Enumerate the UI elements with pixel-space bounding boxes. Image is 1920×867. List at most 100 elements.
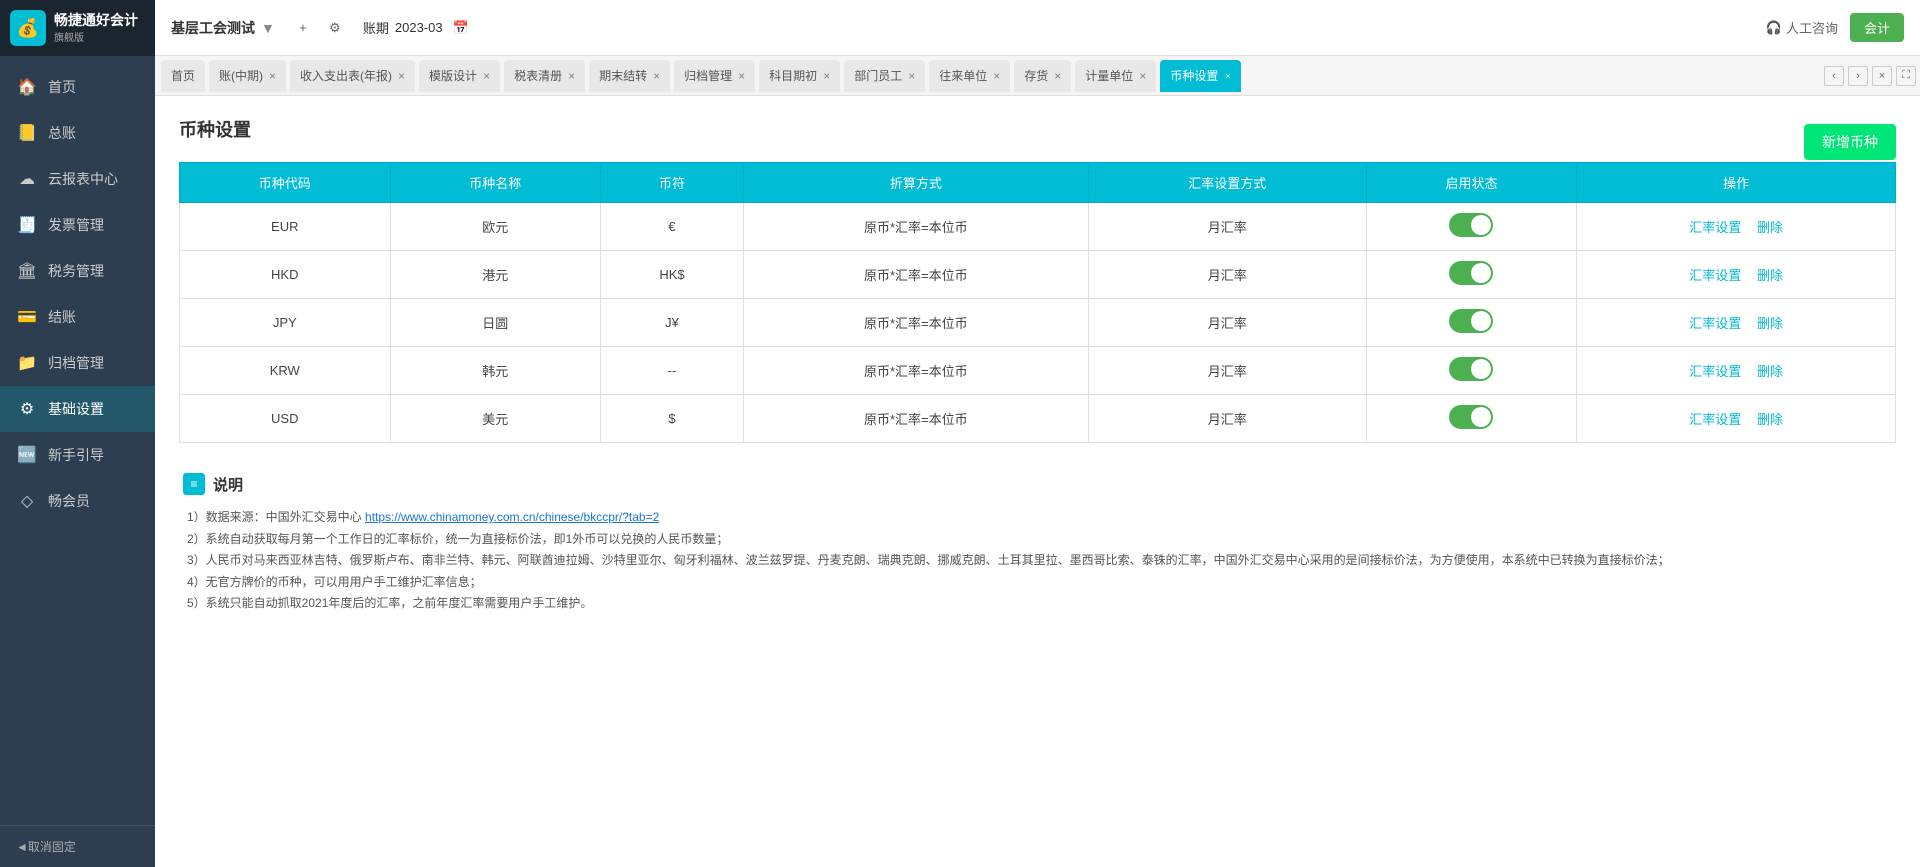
tab-label-period-end: 期末结转 [599, 67, 647, 84]
tab-inventory[interactable]: 存货 × [1014, 60, 1071, 92]
sidebar-nav: 🏠 首页 📒 总账 ☁ 云报表中心 🧾 发票管理 🏛 税务管理 💳 结账 📁 归… [0, 56, 155, 825]
cell-code-4: USD [180, 395, 391, 443]
sidebar-item-member[interactable]: ◇ 畅会员 [0, 478, 155, 524]
app-logo: 💰 畅捷通好会计 旗舰版 [0, 0, 155, 56]
tab-close-currency[interactable]: × [1224, 69, 1231, 83]
sidebar-label-guide: 新手引导 [48, 445, 104, 465]
notes-list: 1）数据来源：中国外汇交易中心 https://www.chinamoney.c… [183, 507, 1892, 615]
tab-close-dept[interactable]: × [908, 69, 915, 83]
sidebar-label-settle: 结账 [48, 307, 76, 327]
logo-icon: 💰 [10, 10, 46, 46]
tab-currency[interactable]: 币种设置 × [1160, 60, 1241, 92]
cell-code-1: HKD [180, 251, 391, 299]
rate-setting-link-4[interactable]: 汇率设置 [1689, 412, 1741, 427]
tab-label-subject: 科目期初 [769, 67, 817, 84]
cell-action-3: 汇率设置 删除 [1577, 347, 1896, 395]
cell-name-3: 韩元 [390, 347, 601, 395]
sidebar-item-ledger[interactable]: 📒 总账 [0, 110, 155, 156]
add-tab-button[interactable]: + [291, 16, 315, 40]
tab-dept[interactable]: 部门员工 × [844, 60, 925, 92]
sidebar-item-guide[interactable]: 🆕 新手引导 [0, 432, 155, 478]
tab-close-archive[interactable]: × [738, 69, 745, 83]
rate-setting-link-0[interactable]: 汇率设置 [1689, 220, 1741, 235]
toggle-3[interactable] [1449, 357, 1493, 381]
account-button[interactable]: 会计 [1850, 13, 1904, 42]
project-name: 基层工会测试 ▼ [171, 18, 275, 38]
project-dropdown-icon[interactable]: ▼ [261, 20, 275, 36]
tab-label-template: 模版设计 [429, 67, 477, 84]
tab-income[interactable]: 收入支出表(年报) × [290, 60, 415, 92]
tab-close-unit[interactable]: × [993, 69, 1000, 83]
tab-unit[interactable]: 往来单位 × [929, 60, 1010, 92]
toggle-0[interactable] [1449, 213, 1493, 237]
tabs-expand-button[interactable]: ⛶ [1896, 66, 1916, 86]
settings-btn[interactable]: ⚙ [323, 16, 347, 40]
tax-icon: 🏛 [16, 260, 38, 282]
tab-measure[interactable]: 计量单位 × [1075, 60, 1156, 92]
tab-template[interactable]: 模版设计 × [419, 60, 500, 92]
tab-period-end[interactable]: 期末结转 × [589, 60, 670, 92]
cell-code-3: KRW [180, 347, 391, 395]
sidebar-item-archive[interactable]: 📁 归档管理 [0, 340, 155, 386]
delete-link-0[interactable]: 删除 [1757, 220, 1783, 235]
sidebar-item-home[interactable]: 🏠 首页 [0, 64, 155, 110]
help-button[interactable]: 🎧 人工咨询 [1766, 18, 1838, 37]
period-label: 账期 [363, 18, 389, 37]
notes-item: 3）人民币对马来西亚林吉特、俄罗斯卢布、南非兰特、韩元、阿联酋迪拉姆、沙特里亚尔… [183, 550, 1892, 572]
sidebar-item-invoice[interactable]: 🧾 发票管理 [0, 202, 155, 248]
notes-section: ≡ 说明 1）数据来源：中国外汇交易中心 https://www.chinamo… [179, 473, 1896, 615]
archive-icon: 📁 [16, 352, 38, 374]
toggle-2[interactable] [1449, 309, 1493, 333]
tab-subject[interactable]: 科目期初 × [759, 60, 840, 92]
tabs-next-button[interactable]: › [1848, 66, 1868, 86]
cell-symbol-2: J¥ [601, 299, 744, 347]
tab-close-subject[interactable]: × [823, 69, 830, 83]
delete-link-2[interactable]: 删除 [1757, 316, 1783, 331]
delete-link-4[interactable]: 删除 [1757, 412, 1783, 427]
rate-setting-link-1[interactable]: 汇率设置 [1689, 268, 1741, 283]
cell-enabled-2 [1366, 299, 1577, 347]
page-content-area: 币种设置 新增币种 币种代码 币种名称 币符 折算方式 汇率设置方式 启用状态 … [155, 96, 1920, 635]
page-header-row: 币种设置 新增币种 [179, 116, 1896, 162]
cell-code-0: EUR [180, 203, 391, 251]
sidebar-item-tax[interactable]: 🏛 税务管理 [0, 248, 155, 294]
tab-home[interactable]: 首页 [161, 60, 205, 92]
sidebar-pin-toggle[interactable]: ◄取消固定 [0, 825, 155, 867]
tab-close-tax[interactable]: × [568, 69, 575, 83]
sidebar-item-settle[interactable]: 💳 结账 [0, 294, 155, 340]
sidebar-item-reports[interactable]: ☁ 云报表中心 [0, 156, 155, 202]
tab-tax[interactable]: 税表清册 × [504, 60, 585, 92]
tab-close-measure[interactable]: × [1139, 69, 1146, 83]
settle-icon: 💳 [16, 306, 38, 328]
toggle-1[interactable] [1449, 261, 1493, 285]
new-currency-button[interactable]: 新增币种 [1804, 124, 1896, 160]
notes-item: 5）系统只能自动抓取2021年度后的汇率，之前年度汇率需要用户手工维护。 [183, 593, 1892, 615]
sidebar-item-settings[interactable]: ⚙ 基础设置 [0, 386, 155, 432]
member-icon: ◇ [16, 490, 38, 512]
notes-link[interactable]: https://www.chinamoney.com.cn/chinese/bk… [365, 510, 659, 524]
delete-link-1[interactable]: 删除 [1757, 268, 1783, 283]
main-content: 币种设置 新增币种 币种代码 币种名称 币符 折算方式 汇率设置方式 启用状态 … [155, 0, 1920, 867]
cell-enabled-1 [1366, 251, 1577, 299]
tab-close-template[interactable]: × [483, 69, 490, 83]
calendar-icon[interactable]: 📅 [449, 16, 473, 40]
tabs-close-button[interactable]: × [1872, 66, 1892, 86]
cell-enabled-0 [1366, 203, 1577, 251]
delete-link-3[interactable]: 删除 [1757, 364, 1783, 379]
tab-period[interactable]: 账(中期) × [209, 60, 286, 92]
rate-setting-link-3[interactable]: 汇率设置 [1689, 364, 1741, 379]
tab-archive[interactable]: 归档管理 × [674, 60, 755, 92]
tab-close-income[interactable]: × [398, 69, 405, 83]
tabs-prev-button[interactable]: ‹ [1824, 66, 1844, 86]
notes-item: 2）系统自动获取每月第一个工作日的汇率标价，统一为直接标价法，即1外币可以兑换的… [183, 529, 1892, 551]
col-calc: 折算方式 [743, 163, 1088, 203]
toggle-4[interactable] [1449, 405, 1493, 429]
tab-close-inventory[interactable]: × [1054, 69, 1061, 83]
table-header: 币种代码 币种名称 币符 折算方式 汇率设置方式 启用状态 操作 [180, 163, 1896, 203]
cell-rate-type-2: 月汇率 [1088, 299, 1366, 347]
app-edition: 旗舰版 [54, 29, 138, 44]
rate-setting-link-2[interactable]: 汇率设置 [1689, 316, 1741, 331]
tab-close-period[interactable]: × [269, 69, 276, 83]
table-row: USD 美元 $ 原币*汇率=本位币 月汇率 汇率设置 删除 [180, 395, 1896, 443]
tab-close-period-end[interactable]: × [653, 69, 660, 83]
